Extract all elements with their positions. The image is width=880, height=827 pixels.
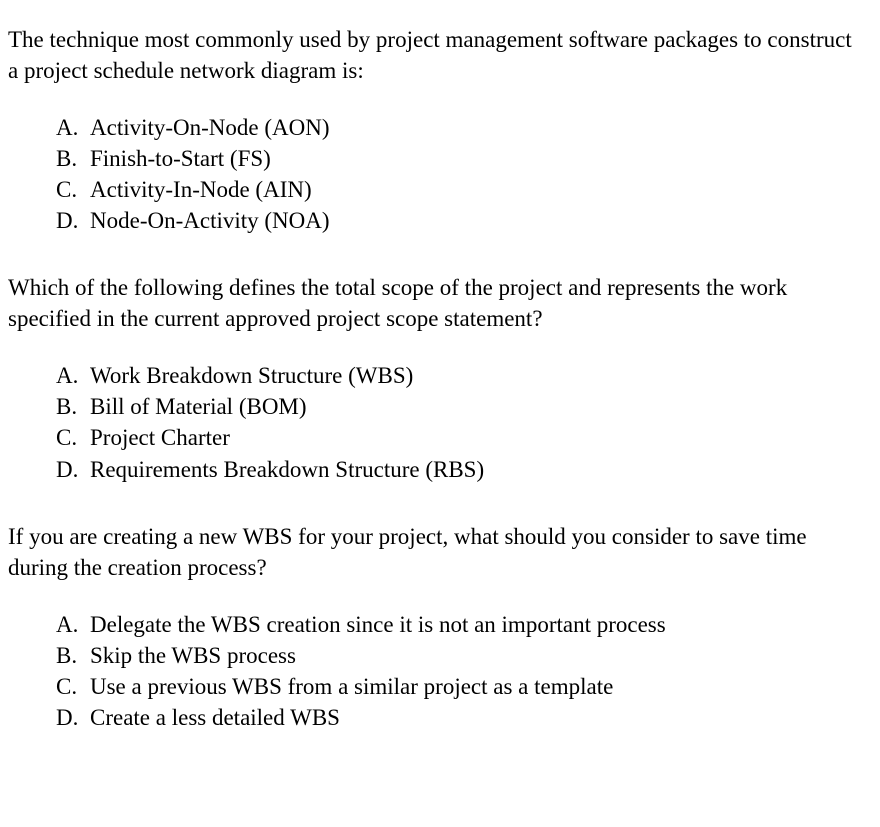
option-letter: C. bbox=[56, 671, 90, 702]
option-letter: B. bbox=[56, 640, 90, 671]
question-text: Which of the following defines the total… bbox=[8, 272, 872, 334]
option-letter: D. bbox=[56, 454, 90, 485]
option-a: A.Activity-On-Node (AON) bbox=[56, 112, 872, 143]
option-b: B.Finish-to-Start (FS) bbox=[56, 143, 872, 174]
option-text: Node-On-Activity (NOA) bbox=[90, 208, 330, 233]
option-text: Skip the WBS process bbox=[90, 643, 296, 668]
option-list: A.Work Breakdown Structure (WBS) B.Bill … bbox=[8, 360, 872, 484]
option-text: Activity-On-Node (AON) bbox=[90, 115, 330, 140]
option-text: Delegate the WBS creation since it is no… bbox=[90, 612, 666, 637]
option-letter: C. bbox=[56, 174, 90, 205]
option-list: A.Delegate the WBS creation since it is … bbox=[8, 609, 872, 733]
option-text: Project Charter bbox=[90, 425, 230, 450]
question-2: Which of the following defines the total… bbox=[8, 272, 872, 484]
option-text: Activity-In-Node (AIN) bbox=[90, 177, 312, 202]
option-d: D.Node-On-Activity (NOA) bbox=[56, 205, 872, 236]
option-letter: B. bbox=[56, 143, 90, 174]
option-text: Use a previous WBS from a similar projec… bbox=[90, 674, 613, 699]
option-letter: A. bbox=[56, 360, 90, 391]
option-d: D.Requirements Breakdown Structure (RBS) bbox=[56, 454, 872, 485]
option-letter: D. bbox=[56, 702, 90, 733]
question-text: The technique most commonly used by proj… bbox=[8, 24, 872, 86]
option-text: Create a less detailed WBS bbox=[90, 705, 340, 730]
option-b: B.Bill of Material (BOM) bbox=[56, 391, 872, 422]
option-letter: C. bbox=[56, 422, 90, 453]
option-a: A.Work Breakdown Structure (WBS) bbox=[56, 360, 872, 391]
option-list: A.Activity-On-Node (AON) B.Finish-to-Sta… bbox=[8, 112, 872, 236]
option-letter: D. bbox=[56, 205, 90, 236]
option-text: Finish-to-Start (FS) bbox=[90, 146, 271, 171]
option-text: Work Breakdown Structure (WBS) bbox=[90, 363, 413, 388]
question-text: If you are creating a new WBS for your p… bbox=[8, 521, 872, 583]
question-1: The technique most commonly used by proj… bbox=[8, 24, 872, 236]
option-a: A.Delegate the WBS creation since it is … bbox=[56, 609, 872, 640]
option-c: C.Activity-In-Node (AIN) bbox=[56, 174, 872, 205]
option-letter: A. bbox=[56, 112, 90, 143]
option-text: Bill of Material (BOM) bbox=[90, 394, 307, 419]
option-c: C.Project Charter bbox=[56, 422, 872, 453]
option-c: C.Use a previous WBS from a similar proj… bbox=[56, 671, 872, 702]
option-text: Requirements Breakdown Structure (RBS) bbox=[90, 457, 484, 482]
option-d: D.Create a less detailed WBS bbox=[56, 702, 872, 733]
option-letter: A. bbox=[56, 609, 90, 640]
option-letter: B. bbox=[56, 391, 90, 422]
question-3: If you are creating a new WBS for your p… bbox=[8, 521, 872, 733]
option-b: B.Skip the WBS process bbox=[56, 640, 872, 671]
